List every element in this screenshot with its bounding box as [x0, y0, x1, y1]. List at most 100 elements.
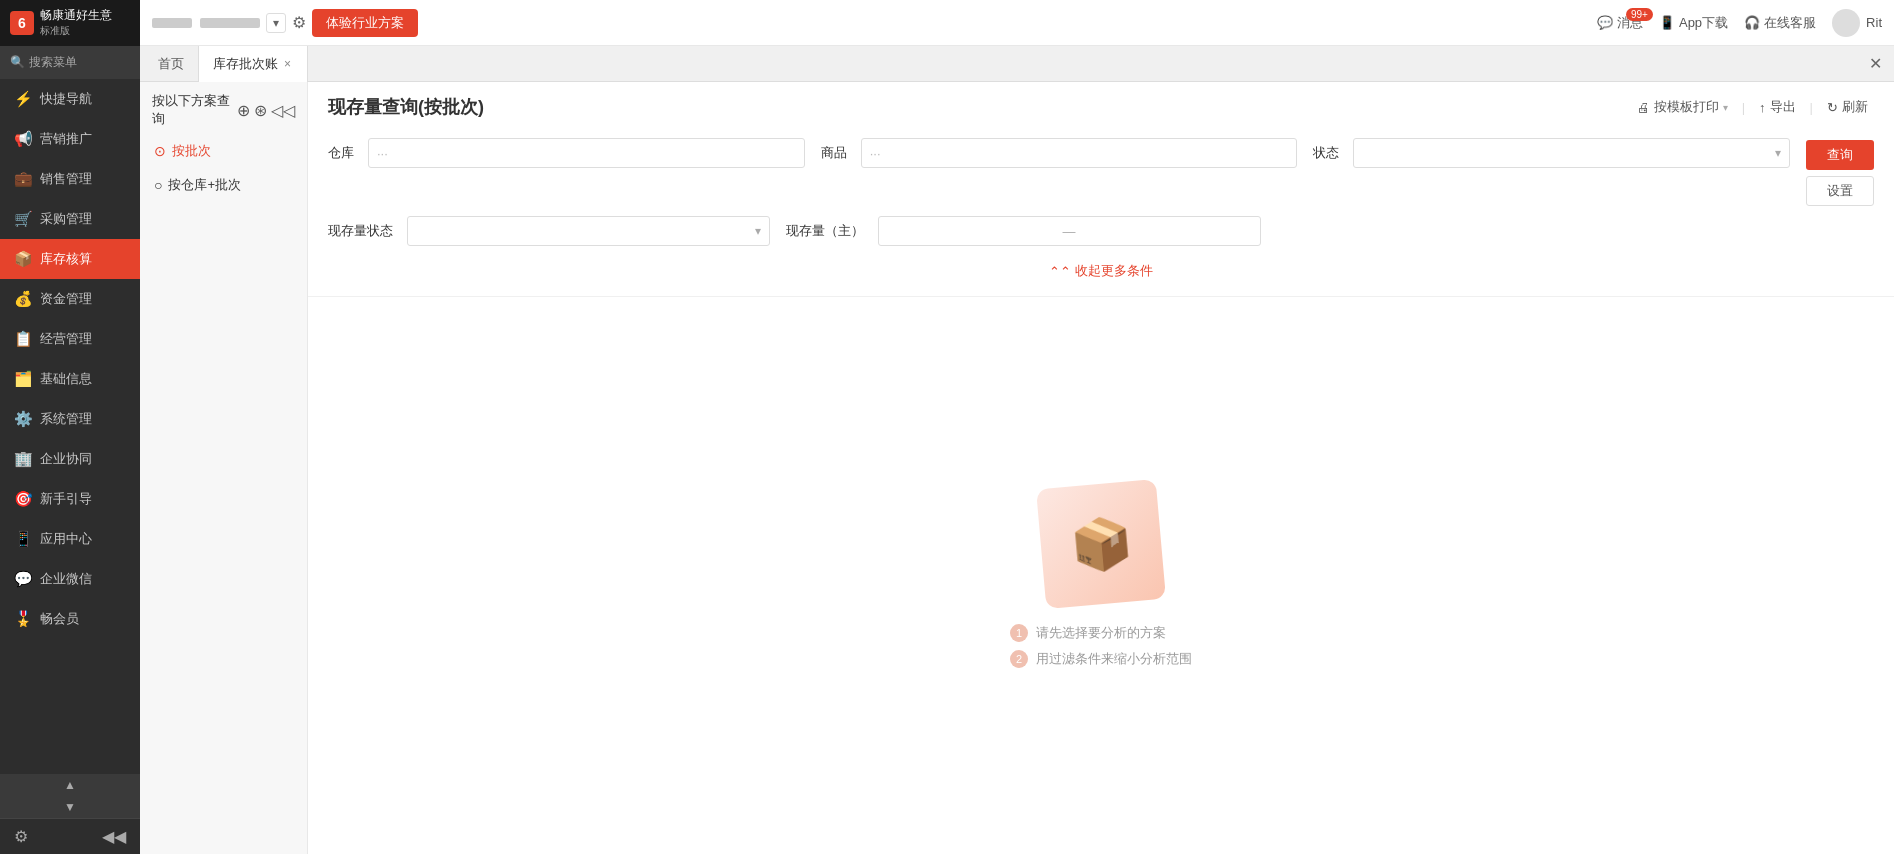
settings-btn[interactable]: 设置 [1806, 176, 1874, 206]
topbar-gear-btn[interactable]: ⚙ [292, 13, 306, 32]
collapse-row[interactable]: ⌃⌃ 收起更多条件 [328, 256, 1874, 286]
stock-status-select[interactable]: ▾ [407, 216, 770, 246]
trial-btn[interactable]: 体验行业方案 [312, 9, 418, 37]
collapse-panel-btn[interactable]: ◁◁ [271, 101, 295, 120]
print-btn[interactable]: 🖨 按模板打印 ▾ [1631, 94, 1734, 120]
tab-close-btn[interactable]: × [282, 57, 293, 71]
tab-inventory-batch-label: 库存批次账 [213, 55, 278, 73]
stock-quantity-filter: 现存量（主） — [786, 216, 1261, 246]
print-label: 按模板打印 [1654, 98, 1719, 116]
settings-icon[interactable]: ⚙ [14, 827, 28, 846]
sidebar-scroll-up[interactable]: ▲ [0, 774, 140, 796]
sidebar-label-purchase: 采购管理 [40, 210, 92, 228]
topbar: ▾ ⚙ 体验行业方案 💬 消息 99+ 📱 App下载 🎧 在线客服 Rit [140, 0, 1894, 46]
left-panel-title: 按以下方案查询 [152, 92, 237, 128]
sidebar-item-marketing[interactable]: 📢 营销推广 [0, 119, 140, 159]
stock-status-label: 现存量状态 [328, 222, 393, 240]
filter-buttons: 查询 设置 [1806, 140, 1874, 206]
scheme-active-icon: ⊙ [154, 143, 166, 159]
export-icon: ↑ [1759, 100, 1766, 115]
sales-icon: 💼 [14, 170, 32, 188]
search-menu-label: 搜索菜单 [29, 54, 77, 71]
tab-inventory-batch[interactable]: 库存批次账 × [199, 46, 308, 82]
refresh-icon: ↻ [1827, 100, 1838, 115]
sidebar-label-finance: 资金管理 [40, 290, 92, 308]
print-icon: 🖨 [1637, 100, 1650, 115]
scheme-by-batch-label: 按批次 [172, 142, 211, 160]
export-btn[interactable]: ↑ 导出 [1753, 94, 1802, 120]
sidebar-item-system[interactable]: ⚙️ 系统管理 [0, 399, 140, 439]
sidebar-label-marketing: 营销推广 [40, 130, 92, 148]
tab-home[interactable]: 首页 [144, 46, 199, 82]
online-service-btn[interactable]: 🎧 在线客服 [1744, 14, 1816, 32]
refresh-btn[interactable]: ↻ 刷新 [1821, 94, 1874, 120]
sidebar-search[interactable]: 🔍 搜索菜单 [0, 46, 140, 79]
purchase-icon: 🛒 [14, 210, 32, 228]
empty-tips: 1 请先选择要分析的方案 2 用过滤条件来缩小分析范围 [1010, 624, 1192, 668]
wechat-icon: 💬 [14, 570, 32, 588]
sidebar-label-wechat: 企业微信 [40, 570, 92, 588]
scheme-item-by-batch[interactable]: ⊙ 按批次 [140, 134, 307, 168]
shortcut-icon: ⚡ [14, 90, 32, 108]
scheme-settings-btn[interactable]: ⊛ [254, 101, 267, 120]
topbar-left: ▾ ⚙ 体验行业方案 [152, 9, 1589, 37]
page-title: 现存量查询(按批次) [328, 95, 484, 119]
product-input[interactable]: ··· [861, 138, 1298, 168]
empty-tip-1-text: 请先选择要分析的方案 [1036, 624, 1166, 642]
sidebar-item-wechat[interactable]: 💬 企业微信 [0, 559, 140, 599]
collapse-up-icon: ⌃⌃ [1049, 264, 1071, 279]
topbar-dropdown-btn[interactable]: ▾ [266, 13, 286, 33]
filter-row-1: 仓库 ··· 商品 ··· 状态 [328, 138, 1874, 206]
status-dropdown-icon: ▾ [1775, 146, 1781, 160]
warehouse-label: 仓库 [328, 144, 354, 162]
sidebar-header: 6 畅康通好生意 标准版 [0, 0, 140, 46]
product-label: 商品 [821, 144, 847, 162]
left-panel-header: 按以下方案查询 ⊕ ⊛ ◁◁ [140, 82, 307, 134]
message-btn[interactable]: 💬 消息 99+ [1597, 14, 1643, 32]
sidebar-scroll-down[interactable]: ▼ [0, 796, 140, 818]
action-divider-2: | [1810, 100, 1813, 115]
sidebar-label-appstore: 应用中心 [40, 530, 92, 548]
sidebar-item-enterprise[interactable]: 🏢 企业协同 [0, 439, 140, 479]
stock-quantity-max[interactable] [1084, 224, 1252, 239]
basic-icon: 🗂️ [14, 370, 32, 388]
app-download-btn[interactable]: 📱 App下载 [1659, 14, 1728, 32]
user-info[interactable]: Rit [1832, 9, 1882, 37]
warehouse-dots: ··· [377, 146, 388, 161]
sidebar-item-operations[interactable]: 📋 经营管理 [0, 319, 140, 359]
sidebar-item-newbie[interactable]: 🎯 新手引导 [0, 479, 140, 519]
add-scheme-btn[interactable]: ⊕ [237, 101, 250, 120]
newbie-icon: 🎯 [14, 490, 32, 508]
status-label: 状态 [1313, 144, 1339, 162]
sidebar-label-basic: 基础信息 [40, 370, 92, 388]
finance-icon: 💰 [14, 290, 32, 308]
sidebar-item-vip[interactable]: 🎖️ 畅会员 [0, 599, 140, 639]
warehouse-input[interactable]: ··· [368, 138, 805, 168]
status-select[interactable]: ▾ [1353, 138, 1790, 168]
sidebar-nav: ⚡ 快捷导航 📢 营销推广 💼 销售管理 🛒 采购管理 📦 库存核算 💰 资金管… [0, 79, 140, 774]
empty-tip-1: 1 请先选择要分析的方案 [1010, 624, 1192, 642]
filter-area: 仓库 ··· 商品 ··· 状态 [308, 128, 1894, 297]
sidebar-item-sales[interactable]: 💼 销售管理 [0, 159, 140, 199]
sidebar-item-purchase[interactable]: 🛒 采购管理 [0, 199, 140, 239]
sidebar-item-finance[interactable]: 💰 资金管理 [0, 279, 140, 319]
stock-quantity-range[interactable]: — [878, 216, 1261, 246]
sidebar-item-basic[interactable]: 🗂️ 基础信息 [0, 359, 140, 399]
sidebar-item-appstore[interactable]: 📱 应用中心 [0, 519, 140, 559]
stock-quantity-label: 现存量（主） [786, 222, 864, 240]
sidebar-item-inventory[interactable]: 📦 库存核算 [0, 239, 140, 279]
app-download-icon: 📱 [1659, 15, 1675, 30]
stock-quantity-min[interactable] [887, 224, 1055, 239]
empty-illustration: 📦 [1036, 478, 1166, 608]
sidebar-item-shortcut[interactable]: ⚡ 快捷导航 [0, 79, 140, 119]
tab-bar-close-btn[interactable]: ✕ [1861, 54, 1890, 73]
collapse-icon[interactable]: ◀◀ [102, 827, 126, 846]
page-title-bar: 现存量查询(按批次) 🖨 按模板打印 ▾ | ↑ 导出 | ↻ [308, 82, 1894, 128]
print-dropdown-icon: ▾ [1723, 102, 1728, 113]
query-btn[interactable]: 查询 [1806, 140, 1874, 170]
tip-num-2: 2 [1010, 650, 1028, 668]
action-divider-1: | [1742, 100, 1745, 115]
stock-quantity-sep: — [1063, 224, 1076, 239]
scheme-item-by-warehouse-batch[interactable]: ○ 按仓库+批次 [140, 168, 307, 202]
message-icon: 💬 [1597, 15, 1613, 30]
